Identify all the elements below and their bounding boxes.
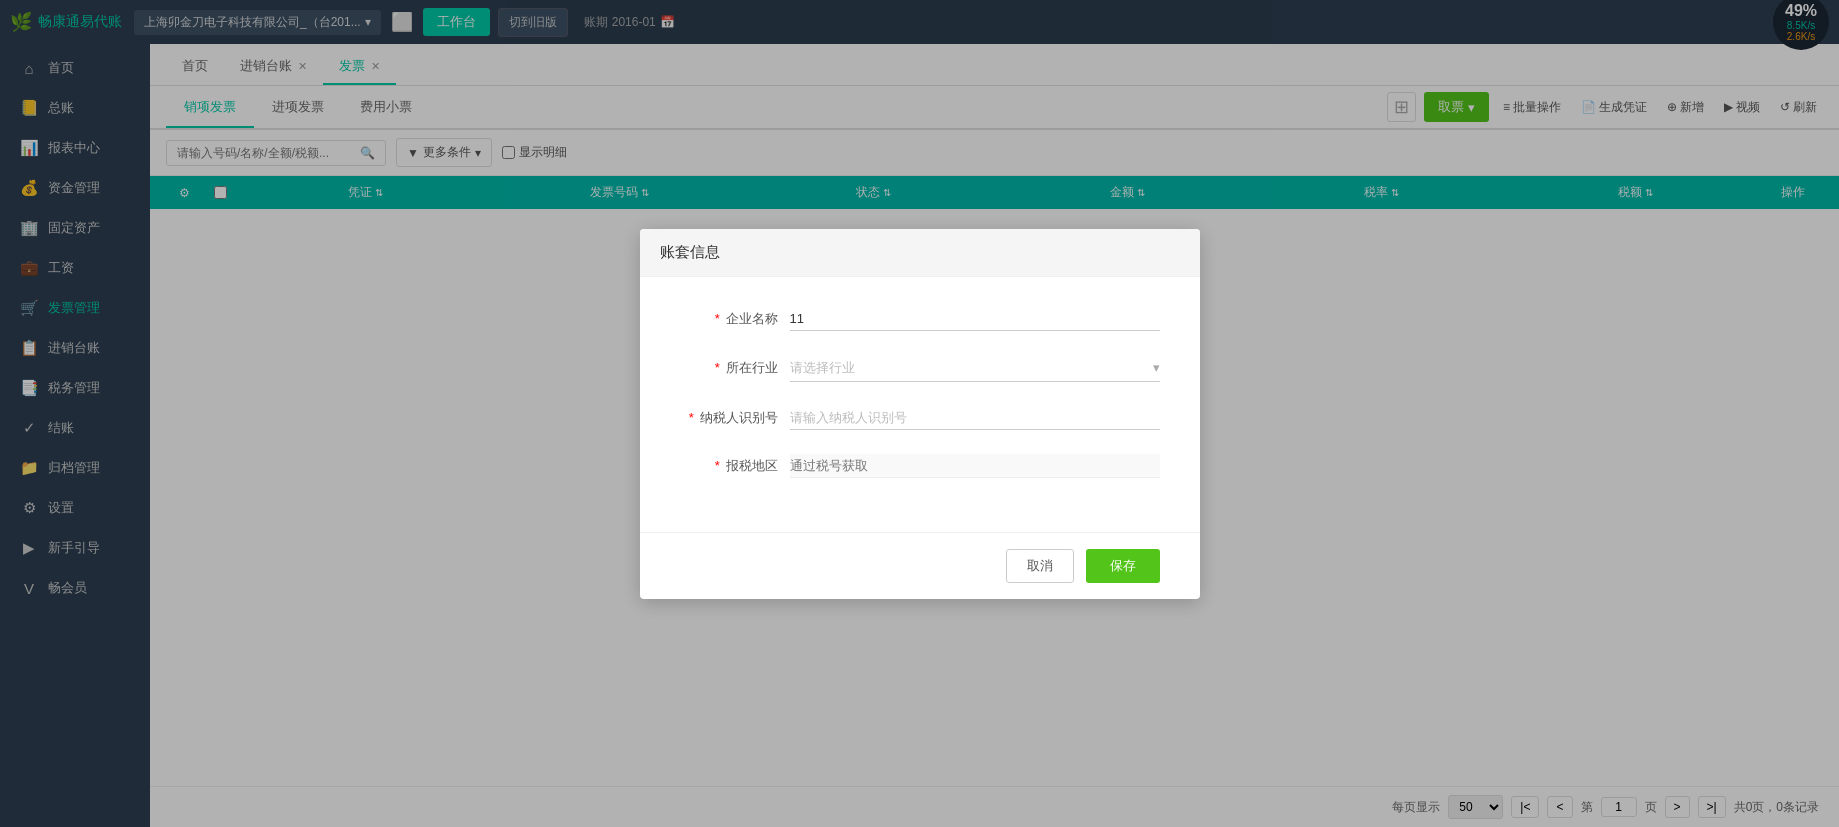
dialog-body: * 企业名称 * 所在行业 请选择行业 ▾ * 纳 [640,277,1200,532]
form-row-industry: * 所在行业 请选择行业 ▾ [680,355,1160,382]
dialog-header: 账套信息 [640,229,1200,277]
form-row-tax-region: * 报税地区 [680,454,1160,478]
tax-region-input [790,454,1160,478]
save-button[interactable]: 保存 [1086,549,1160,583]
company-name-label: * 企业名称 [680,310,790,328]
company-name-input[interactable] [790,307,1160,331]
tax-id-label: * 纳税人识别号 [680,409,790,427]
label-text: 报税地区 [726,458,778,473]
label-text: 企业名称 [726,311,778,326]
cancel-button[interactable]: 取消 [1006,549,1074,583]
chevron-down-icon: ▾ [1153,360,1160,375]
dialog-footer: 取消 保存 [640,532,1200,599]
label-text: 纳税人识别号 [700,410,778,425]
label-text: 所在行业 [726,360,778,375]
tax-region-label: * 报税地区 [680,457,790,475]
form-row-tax-id: * 纳税人识别号 [680,406,1160,430]
industry-select[interactable]: 请选择行业 ▾ [790,355,1160,382]
modal-overlay: 账套信息 * 企业名称 * 所在行业 请选择行业 ▾ [0,0,1839,827]
account-info-dialog: 账套信息 * 企业名称 * 所在行业 请选择行业 ▾ [640,229,1200,599]
industry-placeholder: 请选择行业 [790,359,855,377]
form-row-company-name: * 企业名称 [680,307,1160,331]
required-mark: * [689,410,694,425]
tax-id-input[interactable] [790,406,1160,430]
required-mark: * [715,311,720,326]
dialog-title: 账套信息 [660,243,720,260]
required-mark: * [715,458,720,473]
required-mark: * [715,360,720,375]
industry-label: * 所在行业 [680,359,790,377]
